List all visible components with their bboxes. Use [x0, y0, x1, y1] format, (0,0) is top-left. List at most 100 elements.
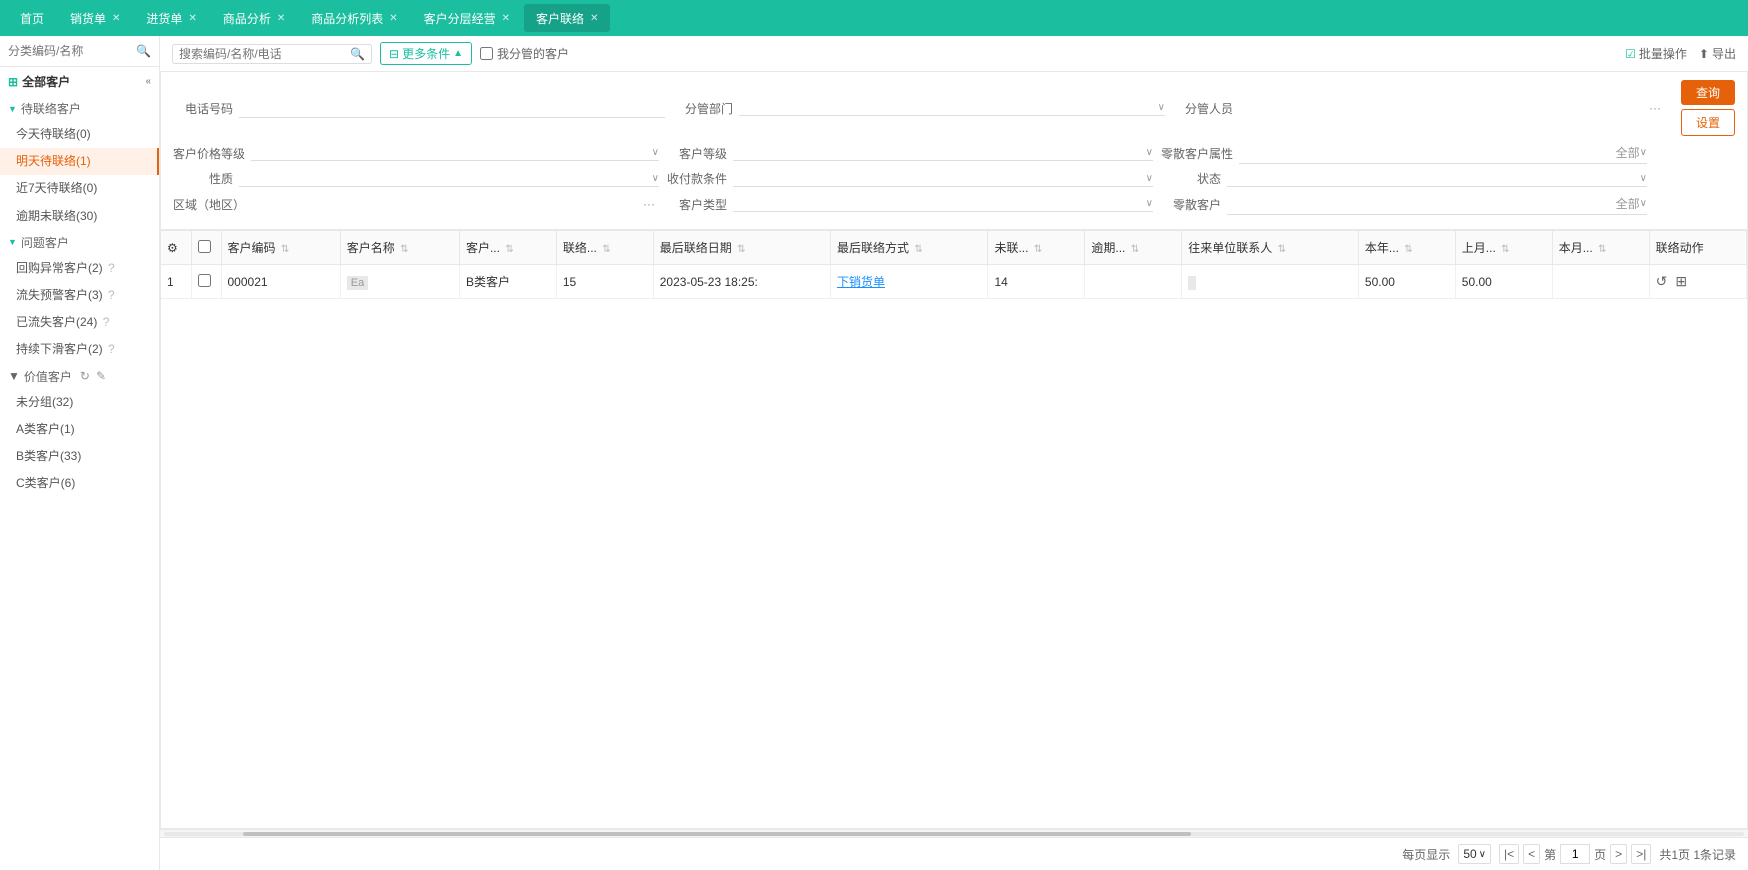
sort-icon-this-month[interactable]: ⇅	[1598, 244, 1606, 255]
group-problem-customers[interactable]: ▼ 问题客户	[0, 230, 159, 255]
last-method-link[interactable]: 下销货单	[837, 275, 885, 289]
sidebar-item-today[interactable]: 今天待联络(0)	[0, 121, 159, 148]
close-customer-contact-icon[interactable]: ✕	[590, 13, 598, 24]
batch-op-btn[interactable]: ☑ 批量操作	[1625, 45, 1687, 62]
sidebar-item-class-a[interactable]: A类客户(1)	[0, 416, 159, 443]
page-number-input[interactable]	[1560, 844, 1590, 864]
sidebar-item-class-b[interactable]: B类客户(33)	[0, 443, 159, 470]
row-checkbox[interactable]	[198, 274, 211, 287]
payment-select[interactable]: ∨	[733, 171, 1153, 187]
more-conditions-btn[interactable]: ⊟ 更多条件 ▲	[380, 42, 472, 65]
page-size-select[interactable]: 50 ∨	[1458, 844, 1491, 864]
phone-input[interactable]	[239, 99, 665, 118]
region-dots[interactable]: ···	[251, 197, 659, 211]
manager-dots[interactable]: ···	[1239, 101, 1665, 115]
dept-label: 分管部门	[673, 100, 733, 117]
sidebar-item-overdue[interactable]: 逾期未联络(30)	[0, 203, 159, 230]
nav-purchase-order[interactable]: 进货单 ✕	[134, 4, 208, 32]
last-page-btn[interactable]: >|	[1631, 844, 1651, 864]
sort-icon-uncontacted[interactable]: ⇅	[1034, 244, 1042, 255]
customer-level-select[interactable]: ∨	[733, 145, 1153, 161]
first-page-btn[interactable]: |<	[1499, 844, 1519, 864]
sort-icon-last-method[interactable]: ⇅	[914, 244, 922, 255]
nav-home[interactable]: 首页	[8, 4, 56, 32]
nav-customer-tier[interactable]: 客户分层经营 ✕	[412, 4, 522, 32]
sidebar-search-input[interactable]	[8, 44, 132, 58]
sort-icon-contact-count[interactable]: ⇅	[602, 244, 610, 255]
sidebar-all-customers[interactable]: ⊞ 全部客户 «	[0, 67, 159, 96]
main-search-box[interactable]: 🔍	[172, 44, 372, 64]
query-button[interactable]: 查询	[1681, 80, 1735, 105]
field-payment: 收付款条件 ∨	[667, 170, 1153, 187]
sort-icon-name[interactable]: ⇅	[400, 244, 408, 255]
field-customer-type: 客户类型 ∨	[667, 196, 1153, 213]
sidebar-item-ungrouped[interactable]: 未分组(32)	[0, 389, 159, 416]
nav-product-analysis-list[interactable]: 商品分析列表 ✕	[299, 4, 409, 32]
search-icon[interactable]: 🔍	[350, 47, 365, 61]
nav-customer-contact[interactable]: 客户联络 ✕	[524, 4, 610, 32]
cell-checkbox[interactable]	[191, 265, 221, 299]
filter-actions: 查询 设置	[1681, 80, 1735, 136]
sort-icon-last-month[interactable]: ⇅	[1501, 244, 1509, 255]
main-search-input[interactable]	[179, 47, 346, 61]
sort-icon-type[interactable]: ⇅	[505, 244, 513, 255]
check-icon: ☑	[1625, 47, 1636, 61]
edit-icon[interactable]: ✎	[96, 369, 106, 383]
status-select[interactable]: ∨	[1227, 171, 1647, 187]
select-all-checkbox[interactable]	[198, 240, 211, 253]
cell-company-contact	[1182, 265, 1359, 299]
my-customers-checkbox[interactable]: 我分管的客户	[480, 45, 569, 62]
settings-button[interactable]: 设置	[1681, 109, 1735, 136]
close-purchase-order-icon[interactable]: ✕	[188, 13, 196, 24]
sidebar-search-icon[interactable]: 🔍	[136, 44, 151, 58]
sidebar-item-class-c[interactable]: C类客户(6)	[0, 470, 159, 497]
price-level-select[interactable]: ∨	[251, 145, 659, 161]
status-chevron-icon: ∨	[1640, 173, 1647, 184]
sort-icon-code[interactable]: ⇅	[281, 244, 289, 255]
sort-icon-company-contact[interactable]: ⇅	[1278, 244, 1286, 255]
dept-select[interactable]: ∨	[739, 100, 1165, 116]
sidebar-item-churn-warning[interactable]: 流失预警客户(3) ?	[0, 282, 159, 309]
sidebar-item-tomorrow[interactable]: 明天待联络(1)	[0, 148, 159, 175]
sidebar-search-box[interactable]: 🔍	[0, 36, 159, 67]
retail-customer-select[interactable]: 全部 ∨	[1227, 193, 1647, 215]
cell-last-method[interactable]: 下销货单	[830, 265, 988, 299]
group-value-customers[interactable]: ▼ 价值客户 ↻ ✎	[0, 364, 159, 389]
nav-sales-order[interactable]: 销货单 ✕	[58, 4, 132, 32]
collapse-icon[interactable]: «	[145, 76, 151, 87]
sort-icon-this-year[interactable]: ⇅	[1404, 244, 1412, 255]
nav-product-analysis[interactable]: 商品分析 ✕	[211, 4, 297, 32]
more-action-icon[interactable]: ⊞	[1675, 273, 1687, 290]
my-customers-check[interactable]	[480, 47, 493, 60]
sidebar-item-7days[interactable]: 近7天待联络(0)	[0, 175, 159, 202]
close-customer-tier-icon[interactable]: ✕	[502, 13, 510, 24]
export-btn[interactable]: ⬆ 导出	[1699, 45, 1736, 62]
col-settings[interactable]: ⚙	[161, 231, 191, 265]
close-product-analysis-list-icon[interactable]: ✕	[389, 13, 397, 24]
close-product-analysis-icon[interactable]: ✕	[277, 13, 285, 24]
customer-type-select[interactable]: ∨	[733, 196, 1153, 212]
table-header-row: ⚙ 客户编码 ⇅ 客户名称 ⇅	[161, 231, 1747, 265]
sidebar-item-churned[interactable]: 已流失客户(24) ?	[0, 309, 159, 336]
scrollbar-thumb[interactable]	[243, 832, 1191, 836]
sidebar-item-declining[interactable]: 持续下滑客户(2) ?	[0, 336, 159, 363]
retail-attr-select[interactable]: 全部 ∨	[1239, 142, 1647, 164]
contact-action-icon[interactable]: ↺	[1656, 273, 1668, 290]
sort-icon-overdue[interactable]: ⇅	[1131, 244, 1139, 255]
prev-page-btn[interactable]: <	[1523, 844, 1540, 864]
nature-chevron-icon: ∨	[652, 173, 659, 184]
sidebar-item-abnormal-repurchase[interactable]: 回购异常客户(2) ?	[0, 255, 159, 282]
sort-icon-last-date[interactable]: ⇅	[737, 244, 745, 255]
group-pending-contact[interactable]: ▼ 待联络客户	[0, 96, 159, 121]
settings-gear-icon[interactable]: ⚙	[167, 241, 178, 255]
nature-select[interactable]: ∨	[239, 171, 659, 187]
payment-label: 收付款条件	[667, 170, 727, 187]
next-page-btn[interactable]: >	[1610, 844, 1627, 864]
pagination-bar: 每页显示 50 ∨ |< < 第 页 > >| 共1页 1条记录	[160, 837, 1748, 870]
refresh-icon[interactable]: ↻	[80, 369, 90, 383]
main-layout: 🔍 ⊞ 全部客户 « ▼ 待联络客户 今天待联络(0) 明天待联络(1) 近7天…	[0, 36, 1748, 870]
cell-uncontacted: 14	[988, 265, 1085, 299]
horizontal-scrollbar[interactable]	[160, 829, 1748, 837]
col-checkbox[interactable]	[191, 231, 221, 265]
close-sales-order-icon[interactable]: ✕	[112, 13, 120, 24]
